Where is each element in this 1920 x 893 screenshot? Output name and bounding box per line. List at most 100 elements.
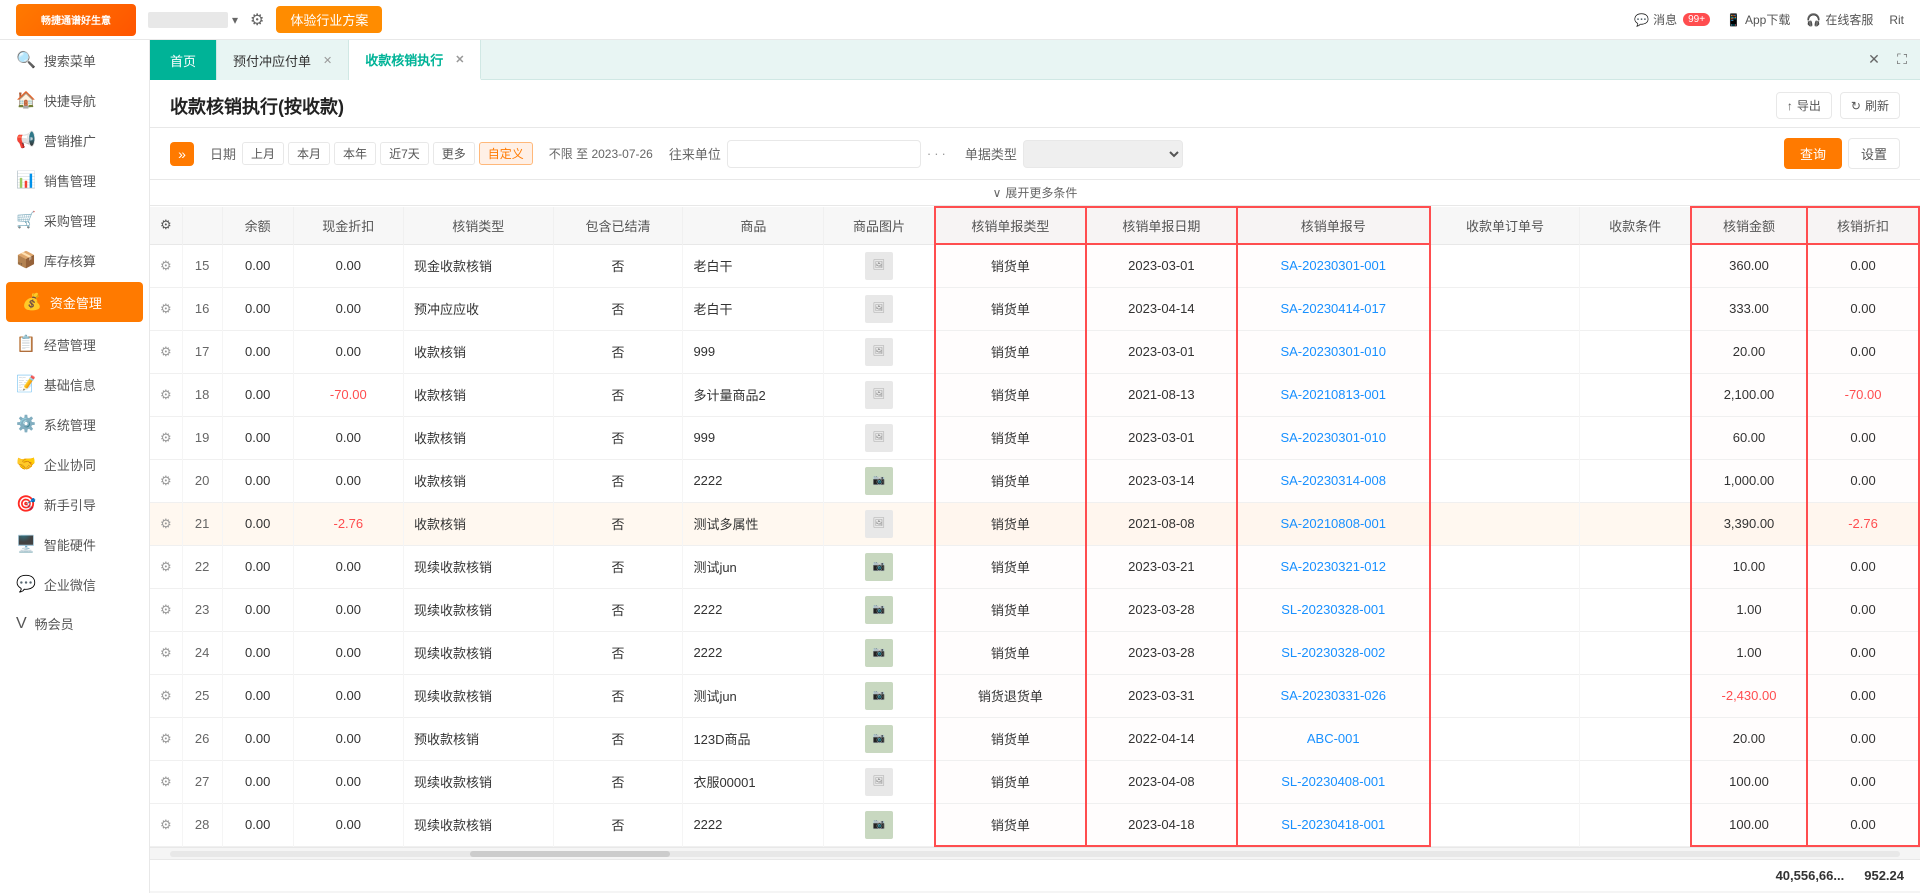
close-window-btn[interactable]: ✕ — [1864, 50, 1884, 70]
gear-icon[interactable]: ⚙ — [250, 10, 264, 30]
table-scrollbar[interactable] — [150, 847, 1920, 859]
cell-settings[interactable]: ⚙ — [150, 631, 182, 674]
cell-settings[interactable]: ⚙ — [150, 244, 182, 287]
cell-bill-number[interactable]: SA-20210808-001 — [1237, 502, 1430, 545]
this-year-btn[interactable]: 本年 — [334, 142, 376, 165]
counterparty-input[interactable] — [727, 140, 921, 168]
bill-type-group: 单据类型 — [965, 140, 1183, 168]
cell-bill-number[interactable]: SL-20230328-002 — [1237, 631, 1430, 674]
app-download-item[interactable]: 📱 App下载 — [1726, 11, 1790, 28]
cell-bill-number[interactable]: ABC-001 — [1237, 717, 1430, 760]
cell-settings[interactable]: ⚙ — [150, 545, 182, 588]
sidebar-item-purchase[interactable]: 🛒采购管理 — [0, 200, 149, 240]
cell-receipt-cond — [1580, 244, 1691, 287]
cell-balance: 0.00 — [222, 674, 293, 717]
last-7days-btn[interactable]: 近7天 — [380, 142, 429, 165]
cell-bill-number[interactable]: SA-20230301-010 — [1237, 416, 1430, 459]
bill-number-link[interactable]: SL-20230328-002 — [1281, 645, 1385, 660]
tab-receipt[interactable]: 收款核销执行✕ — [349, 40, 481, 80]
sidebar-item-corp[interactable]: 🤝企业协同 — [0, 444, 149, 484]
expand-conditions-btn[interactable]: ∨ 展开更多条件 — [993, 184, 1078, 201]
cell-settings[interactable]: ⚙ — [150, 373, 182, 416]
cell-bill-number[interactable]: SA-20230301-001 — [1237, 244, 1430, 287]
online-service-item[interactable]: 🎧 在线客服 — [1806, 11, 1873, 28]
cell-settings[interactable]: ⚙ — [150, 717, 182, 760]
col-settings[interactable]: ⚙ — [150, 207, 182, 244]
cell-settings[interactable]: ⚙ — [150, 588, 182, 631]
refresh-btn[interactable]: ↻ 刷新 — [1840, 92, 1900, 119]
cell-settings[interactable]: ⚙ — [150, 416, 182, 459]
cell-bill-number[interactable]: SL-20230408-001 — [1237, 760, 1430, 803]
cell-bill-number[interactable]: SA-20210813-001 — [1237, 373, 1430, 416]
cell-cash-discount: 0.00 — [293, 588, 403, 631]
sidebar-item-basic[interactable]: 📝基础信息 — [0, 364, 149, 404]
cell-settings[interactable]: ⚙ — [150, 674, 182, 717]
bill-number-link[interactable]: SA-20230321-012 — [1280, 559, 1386, 574]
sidebar-item-inventory[interactable]: 📦库存核算 — [0, 240, 149, 280]
sidebar-item-marketing[interactable]: 📢营销推广 — [0, 120, 149, 160]
bill-number-link[interactable]: SA-20210808-001 — [1280, 516, 1386, 531]
bill-number-link[interactable]: ABC-001 — [1307, 731, 1360, 746]
cell-settings[interactable]: ⚙ — [150, 459, 182, 502]
tab-close-receipt[interactable]: ✕ — [455, 53, 464, 66]
tab-close-prepay[interactable]: ✕ — [323, 54, 332, 67]
bill-number-link[interactable]: SA-20230301-001 — [1280, 258, 1386, 273]
cell-balance: 0.00 — [222, 373, 293, 416]
table-row: ⚙ 19 0.00 0.00 收款核销 否 999 🖼 销货单 2023-03-… — [150, 416, 1919, 459]
this-month-btn[interactable]: 本月 — [288, 142, 330, 165]
bill-number-link[interactable]: SA-20230301-010 — [1280, 344, 1386, 359]
col-product-img: 商品图片 — [824, 207, 935, 244]
cell-product: 老白干 — [683, 287, 824, 330]
notification-item[interactable]: 💬 消息 99+ — [1634, 11, 1710, 28]
industry-btn[interactable]: 体验行业方案 — [276, 6, 382, 33]
cell-bill-number[interactable]: SA-20230331-026 — [1237, 674, 1430, 717]
bill-number-link[interactable]: SL-20230418-001 — [1281, 817, 1385, 832]
maximize-btn[interactable]: ⛶ — [1892, 50, 1912, 70]
tab-home[interactable]: 首页 — [150, 40, 217, 80]
sidebar-item-wechat[interactable]: 💬企业微信 — [0, 564, 149, 604]
cell-product-img: 🖼 — [824, 287, 935, 330]
tab-prepay[interactable]: 预付冲应付单✕ — [217, 40, 349, 80]
cell-settings[interactable]: ⚙ — [150, 502, 182, 545]
table-row: ⚙ 28 0.00 0.00 现续收款核销 否 2222 📷 销货单 2023-… — [150, 803, 1919, 846]
sidebar-item-finance[interactable]: 💰资金管理 — [6, 282, 143, 322]
sidebar-item-guide[interactable]: 🎯新手引导 — [0, 484, 149, 524]
bill-number-link[interactable]: SA-20230314-008 — [1280, 473, 1386, 488]
custom-btn[interactable]: 自定义 — [479, 142, 533, 165]
sidebar-item-search[interactable]: 🔍搜索菜单 — [0, 40, 149, 80]
bill-number-link[interactable]: SA-20210813-001 — [1280, 387, 1386, 402]
cell-settings[interactable]: ⚙ — [150, 803, 182, 846]
more-btn[interactable]: 更多 — [433, 142, 475, 165]
bill-number-link[interactable]: SL-20230328-001 — [1281, 602, 1385, 617]
query-btn[interactable]: 查询 — [1784, 138, 1842, 169]
company-dropdown[interactable]: ▾ — [148, 12, 238, 28]
cell-bill-number[interactable]: SA-20230414-017 — [1237, 287, 1430, 330]
bill-type-select[interactable] — [1023, 140, 1183, 168]
cell-settings[interactable]: ⚙ — [150, 287, 182, 330]
bill-number-link[interactable]: SA-20230301-010 — [1280, 430, 1386, 445]
sidebar-item-hardware[interactable]: 🖥️智能硬件 — [0, 524, 149, 564]
cell-settings[interactable]: ⚙ — [150, 760, 182, 803]
filter-toggle-btn[interactable]: » — [170, 142, 194, 166]
sidebar-item-quick-nav[interactable]: 🏠快捷导航 — [0, 80, 149, 120]
cell-bill-number[interactable]: SL-20230418-001 — [1237, 803, 1430, 846]
export-btn[interactable]: ↑ 导出 — [1776, 92, 1832, 119]
sidebar-item-ops[interactable]: 📋经营管理 — [0, 324, 149, 364]
cell-cash-discount: 0.00 — [293, 545, 403, 588]
cell-settings[interactable]: ⚙ — [150, 330, 182, 373]
cell-cash-discount: 0.00 — [293, 330, 403, 373]
cell-bill-number[interactable]: SA-20230301-010 — [1237, 330, 1430, 373]
cell-bill-number[interactable]: SL-20230328-001 — [1237, 588, 1430, 631]
bill-number-link[interactable]: SA-20230414-017 — [1280, 301, 1386, 316]
bill-number-link[interactable]: SL-20230408-001 — [1281, 774, 1385, 789]
sidebar-item-member[interactable]: V畅会员 — [0, 604, 149, 643]
cell-bill-number[interactable]: SA-20230321-012 — [1237, 545, 1430, 588]
settings-filter-btn[interactable]: 设置 — [1848, 138, 1900, 169]
sidebar-item-system[interactable]: ⚙️系统管理 — [0, 404, 149, 444]
user-item[interactable]: Rit — [1889, 13, 1904, 27]
cell-cancel-amount: 2,100.00 — [1691, 373, 1807, 416]
sidebar-item-sales[interactable]: 📊销售管理 — [0, 160, 149, 200]
cell-bill-number[interactable]: SA-20230314-008 — [1237, 459, 1430, 502]
bill-number-link[interactable]: SA-20230331-026 — [1280, 688, 1386, 703]
last-month-btn[interactable]: 上月 — [242, 142, 284, 165]
